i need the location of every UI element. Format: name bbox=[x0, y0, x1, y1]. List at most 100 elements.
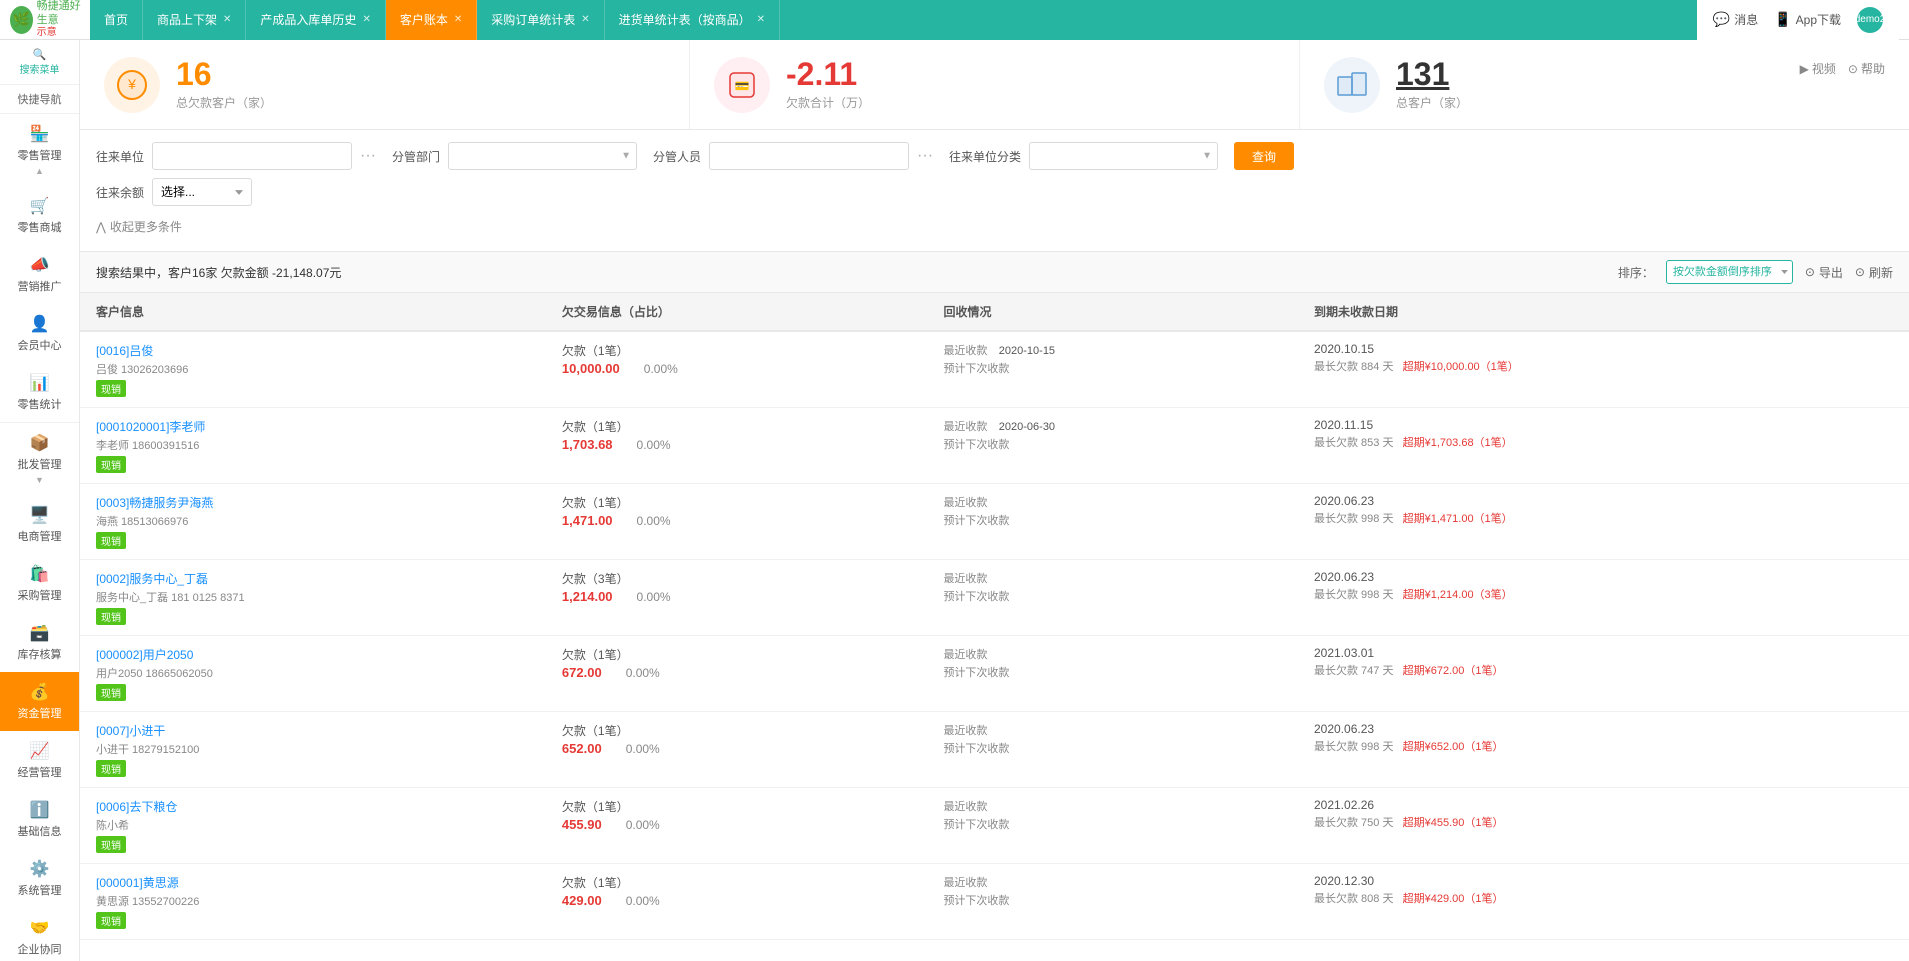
overdue-link-2[interactable]: 超期¥1,471.00（1笔） bbox=[1403, 513, 1513, 525]
debt-percent-5: 0.00% bbox=[626, 742, 660, 756]
overdue-days-5: 最长欠款 998 天 超期¥652.00（1笔） bbox=[1314, 738, 1893, 754]
sidebar-item-finance[interactable]: 💰 资金管理 bbox=[0, 672, 79, 731]
filter-row-2: 往来余额 选择... bbox=[96, 178, 1893, 206]
dept-input[interactable] bbox=[448, 142, 637, 170]
help-button[interactable]: ⊙ 帮助 bbox=[1848, 60, 1885, 77]
overdue-days-4: 最长欠款 747 天 超期¥672.00（1笔） bbox=[1314, 662, 1893, 678]
refresh-icon: ⊙ bbox=[1855, 265, 1865, 279]
customer-name-link-7[interactable]: [000001]黄思源 bbox=[96, 876, 179, 890]
inventory-icon: 🗃️ bbox=[30, 623, 50, 643]
sidebar-item-system[interactable]: ⚙️ 系统管理 bbox=[0, 849, 79, 908]
ecommerce-icon: 🖥️ bbox=[30, 505, 50, 525]
cell-debt-7: 欠款（1笔） 429.00 0.00% bbox=[546, 864, 928, 940]
sidebar-item-basic-info[interactable]: ℹ️ 基础信息 bbox=[0, 790, 79, 849]
search-button[interactable]: 查询 bbox=[1234, 142, 1294, 170]
unit-category-label: 往来单位分类 bbox=[949, 148, 1021, 165]
customer-name-link-2[interactable]: [0003]畅捷服务尹海燕 bbox=[96, 496, 213, 510]
cell-due-6: 2021.02.26 最长欠款 750 天 超期¥455.90（1笔） bbox=[1298, 788, 1909, 864]
sidebar-item-retail-mgmt[interactable]: 🏪 零售管理 ▲ bbox=[0, 114, 79, 186]
video-button[interactable]: ▶ 视频 bbox=[1800, 60, 1836, 77]
tab-production[interactable]: 产成品入库单历史 ✕ bbox=[246, 0, 385, 40]
overdue-link-5[interactable]: 超期¥652.00（1笔） bbox=[1403, 741, 1504, 753]
customer-phone-6: 陈小希 bbox=[96, 817, 530, 833]
overdue-link-1[interactable]: 超期¥1,703.68（1笔） bbox=[1403, 437, 1513, 449]
cell-recover-4: 最近收款 预计下次收款 bbox=[927, 636, 1298, 712]
cell-customer-6: [0006]去下粮仓 陈小希 现销 bbox=[80, 788, 546, 864]
due-date-5: 2020.06.23 bbox=[1314, 722, 1893, 736]
tab-products[interactable]: 商品上下架 ✕ bbox=[143, 0, 246, 40]
sidebar-item-inventory[interactable]: 🗃️ 库存核算 bbox=[0, 613, 79, 672]
col-recover: 回收情况 bbox=[927, 293, 1298, 331]
collapse-button[interactable]: ⋀ 收起更多条件 bbox=[96, 218, 1893, 235]
manager-dots[interactable]: ··· bbox=[917, 147, 933, 165]
customer-name-link-6[interactable]: [0006]去下粮仓 bbox=[96, 800, 177, 814]
overdue-link-7[interactable]: 超期¥429.00（1笔） bbox=[1403, 893, 1504, 905]
customer-name-link-4[interactable]: [000002]用户2050 bbox=[96, 648, 193, 662]
customer-name-link-5[interactable]: [0007]小进干 bbox=[96, 724, 165, 738]
debt-count-2: 欠款（1笔） bbox=[562, 494, 912, 511]
close-tab-purchase[interactable]: ✕ bbox=[581, 14, 589, 25]
overdue-days-3: 最长欠款 998 天 超期¥1,214.00（3笔） bbox=[1314, 586, 1893, 602]
app-download-button[interactable]: 📱 App下载 bbox=[1774, 11, 1841, 28]
marketing-icon: 📣 bbox=[30, 255, 50, 275]
sidebar-item-retail-mall[interactable]: 🛒 零售商城 bbox=[0, 186, 79, 245]
sidebar-quick-nav[interactable]: 快捷导航 bbox=[0, 85, 79, 114]
customer-phone-7: 黄思源 13552700226 bbox=[96, 893, 530, 909]
stat-debt-customers: ¥ 16 总欠款客户（家） bbox=[80, 40, 690, 129]
sidebar-item-purchase[interactable]: 🛍️ 采购管理 bbox=[0, 554, 79, 613]
message-button[interactable]: 💬 消息 bbox=[1713, 11, 1758, 28]
overdue-link-6[interactable]: 超期¥455.90（1笔） bbox=[1403, 817, 1504, 829]
collapse-icon: ⋀ bbox=[96, 220, 106, 234]
close-tab-products[interactable]: ✕ bbox=[223, 14, 231, 25]
close-tab-customer[interactable]: ✕ bbox=[454, 14, 462, 25]
overdue-link-4[interactable]: 超期¥672.00（1笔） bbox=[1403, 665, 1504, 677]
system-icon: ⚙️ bbox=[30, 859, 50, 879]
sidebar-item-member[interactable]: 👤 会员中心 bbox=[0, 304, 79, 363]
customer-name-link-0[interactable]: [0016]吕俊 bbox=[96, 344, 153, 358]
close-tab-production[interactable]: ✕ bbox=[362, 14, 370, 25]
refresh-button[interactable]: ⊙ 刷新 bbox=[1855, 264, 1893, 281]
cell-customer-2: [0003]畅捷服务尹海燕 海燕 18513066976 现销 bbox=[80, 484, 546, 560]
customer-name-link-1[interactable]: [0001020001]李老师 bbox=[96, 420, 205, 434]
debt-amount-label: 欠款合计（万） bbox=[786, 94, 870, 111]
sidebar-item-marketing[interactable]: 📣 营销推广 bbox=[0, 245, 79, 304]
tab-customer-account[interactable]: 客户账本 ✕ bbox=[386, 0, 477, 40]
export-button[interactable]: ⊙ 导出 bbox=[1805, 264, 1843, 281]
tab-home[interactable]: 首页 bbox=[90, 0, 143, 40]
sidebar-item-batch-mgmt[interactable]: 📦 批发管理 ▼ bbox=[0, 423, 79, 495]
cell-recover-2: 最近收款 预计下次收款 bbox=[927, 484, 1298, 560]
collapse-row: ⋀ 收起更多条件 bbox=[96, 214, 1893, 239]
main-layout: 🔍 搜索菜单 快捷导航 🏪 零售管理 ▲ 🛒 零售商城 📣 营销推广 👤 会员中… bbox=[0, 40, 1909, 961]
sidebar-item-ecommerce[interactable]: 🖥️ 电商管理 bbox=[0, 495, 79, 554]
sidebar-search[interactable]: 🔍 搜索菜单 bbox=[0, 40, 79, 85]
balance-select[interactable]: 选择... bbox=[152, 178, 252, 206]
tab-purchase-stats[interactable]: 采购订单统计表 ✕ bbox=[477, 0, 604, 40]
from-unit-dots[interactable]: ··· bbox=[360, 147, 376, 165]
logo-icon: 🌿 bbox=[10, 6, 33, 34]
close-tab-purchase-product[interactable]: ✕ bbox=[757, 14, 765, 25]
unit-category-input[interactable] bbox=[1029, 142, 1218, 170]
sort-select[interactable]: 按欠款金额倒序排序 bbox=[1666, 260, 1793, 284]
user-menu[interactable]: demo2 bbox=[1857, 7, 1883, 33]
sidebar-item-business[interactable]: 📈 经营管理 bbox=[0, 731, 79, 790]
filter-row-1: 往来单位 ··· 分管部门 ▼ 分管人员 ··· 往来 bbox=[96, 142, 1893, 170]
cell-due-2: 2020.06.23 最长欠款 998 天 超期¥1,471.00（1笔） bbox=[1298, 484, 1909, 560]
debt-amount-1: 1,703.68 bbox=[562, 437, 613, 452]
cell-due-1: 2020.11.15 最长欠款 853 天 超期¥1,703.68（1笔） bbox=[1298, 408, 1909, 484]
overdue-link-0[interactable]: 超期¥10,000.00（1笔） bbox=[1403, 361, 1519, 373]
stat-debt-amount: 💳 -2.11 欠款合计（万） bbox=[690, 40, 1300, 129]
sidebar-item-retail-stats[interactable]: 📊 零售统计 bbox=[0, 363, 79, 422]
sidebar-item-enterprise[interactable]: 🤝 企业协同 bbox=[0, 908, 79, 961]
tab-purchase-by-product[interactable]: 进货单统计表（按商品） ✕ bbox=[605, 0, 780, 40]
debt-percent-2: 0.00% bbox=[637, 514, 671, 528]
from-unit-input[interactable] bbox=[152, 142, 352, 170]
message-icon: 💬 bbox=[1713, 11, 1730, 28]
manager-input[interactable] bbox=[709, 142, 909, 170]
recover-next-7: 预计下次收款 bbox=[943, 892, 1282, 908]
cell-customer-3: [0002]服务中心_丁磊 服务中心_丁磊 181 0125 8371 现销 bbox=[80, 560, 546, 636]
customer-name-link-3[interactable]: [0002]服务中心_丁磊 bbox=[96, 572, 208, 586]
overdue-link-3[interactable]: 超期¥1,214.00（3笔） bbox=[1403, 589, 1513, 601]
recover-last-4: 最近收款 bbox=[943, 646, 1282, 662]
customer-phone-4: 用户2050 18665062050 bbox=[96, 665, 530, 681]
recover-last-6: 最近收款 bbox=[943, 798, 1282, 814]
